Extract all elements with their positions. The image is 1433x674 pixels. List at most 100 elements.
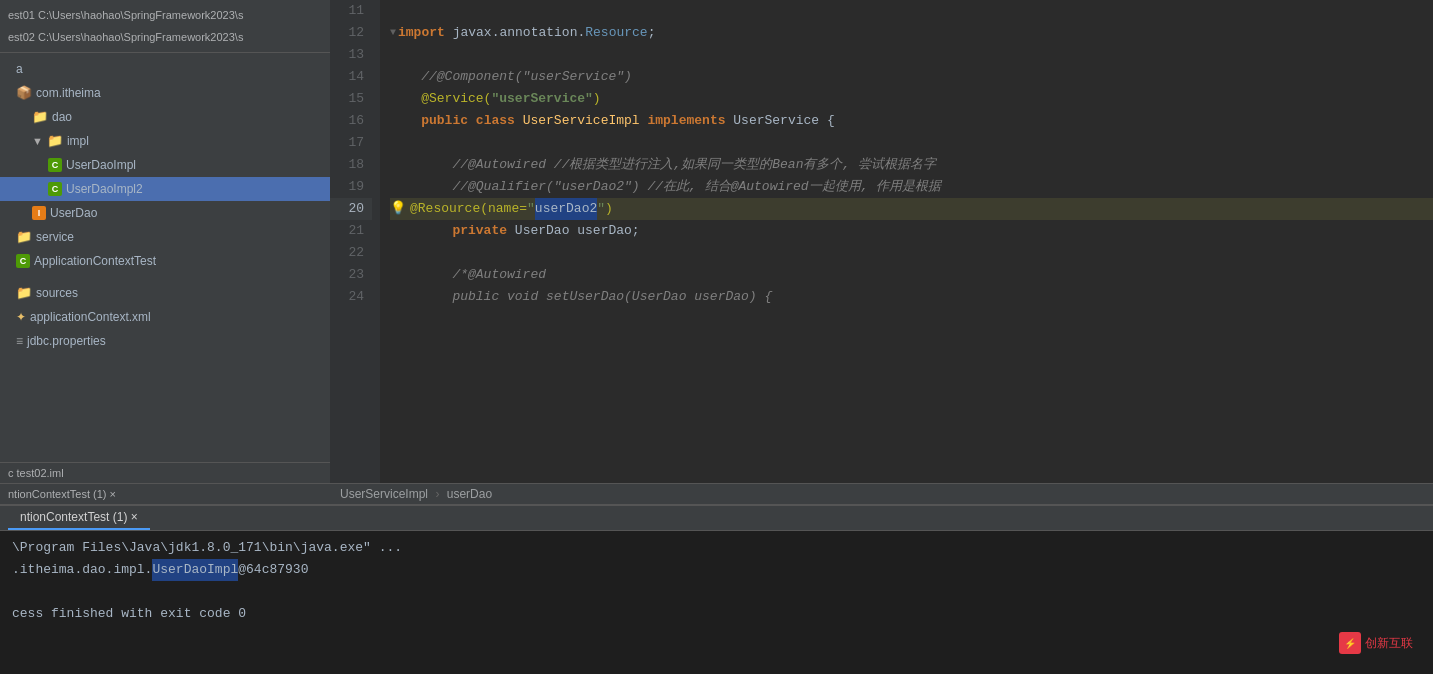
code-line-12: ▼ import javax.annotation. Resource ; (390, 22, 1433, 44)
class-icon: C (16, 254, 30, 268)
code-resource: Resource (585, 22, 647, 44)
bulb-icon[interactable]: 💡 (390, 198, 406, 220)
bottom-tab-label[interactable]: ntionContextTest (1) × (0, 483, 330, 504)
sidebar-item-resources[interactable]: 📁 sources (0, 281, 330, 305)
bottom-tab-run[interactable]: ntionContextTest (1) × (8, 506, 150, 530)
keyword-public: public (390, 110, 476, 132)
comment-23: /*@Autowired (390, 264, 546, 286)
code-line-19: //@Qualifier("userDao2") //在此, 结合@Autowi… (390, 176, 1433, 198)
sidebar-item-impl[interactable]: ▼ 📁 impl (0, 129, 330, 153)
test02-iml[interactable]: c test02.iml (8, 467, 322, 479)
string-quote1: " (527, 198, 535, 220)
line-num-14: 14 (330, 66, 372, 88)
code-line-21: private UserDao userDao; (390, 220, 1433, 242)
xml-icon: ✦ (16, 307, 26, 327)
sidebar-item-userdao[interactable]: I UserDao (0, 201, 330, 225)
code-container: 11 12 13 14 15 16 17 18 19 20 21 22 23 2… (330, 0, 1433, 504)
impl-label: impl (67, 131, 89, 151)
project-item-2[interactable]: est02 C:\Users\haohao\SpringFramework202… (0, 26, 330, 48)
line-num-11: 11 (330, 0, 372, 22)
watermark-label: 创新互联 (1365, 635, 1413, 652)
comment-19: //@Qualifier("userDao2") //在此, 结合@Autowi… (390, 176, 941, 198)
properties-icon: ≡ (16, 331, 23, 351)
bottom-line-3 (12, 581, 1421, 603)
appcontexttest-label: ApplicationContextTest (34, 251, 156, 271)
package-label: com.itheima (36, 83, 101, 103)
package-icon: 📦 (16, 83, 32, 103)
userdaoimpl2-label: UserDaoImpl2 (66, 179, 143, 199)
code-line-16: public class UserServiceImpl implements … (390, 110, 1433, 132)
sidebar-item-jdbc-properties[interactable]: ≡ jdbc.properties (0, 329, 330, 353)
folder-icon: 📁 (16, 227, 32, 247)
watermark: ⚡ 创新互联 (1339, 632, 1413, 654)
resources-label: sources (36, 283, 78, 303)
code-line-14: //@Component("userService") (390, 66, 1433, 88)
sidebar-item-appcontext-xml[interactable]: ✦ applicationContext.xml (0, 305, 330, 329)
classname-userserviceimpl: UserServiceImpl (523, 110, 648, 132)
type-userdao: UserDao userDao; (515, 220, 640, 242)
editor-area: 11 12 13 14 15 16 17 18 19 20 21 22 23 2… (330, 0, 1433, 504)
annotation-resource: @Resource( (410, 198, 488, 220)
code-line-11 (390, 0, 1433, 22)
breadcrumb-separator: › (435, 487, 439, 501)
code-lines: 11 12 13 14 15 16 17 18 19 20 21 22 23 2… (330, 0, 1433, 483)
sidebar-item-userdaoimpl[interactable]: C UserDaoImpl (0, 153, 330, 177)
main-area: est01 C:\Users\haohao\SpringFramework202… (0, 0, 1433, 504)
service-label: service (36, 227, 74, 247)
jdbc-properties-label: jdbc.properties (27, 331, 106, 351)
sidebar-item-dao[interactable]: 📁 dao (0, 105, 330, 129)
code-line-15: @Service( "userService" ) (390, 88, 1433, 110)
breadcrumb-member[interactable]: userDao (447, 487, 492, 501)
keyword-implements: implements (647, 110, 733, 132)
userdao-label: UserDao (50, 203, 97, 223)
folder-icon: 📁 (16, 283, 32, 303)
line-num-23: 23 (330, 264, 372, 286)
code-line-24: public void setUserDao(UserDao userDao) … (390, 286, 1433, 308)
appcontext-xml-label: applicationContext.xml (30, 307, 151, 327)
line-num-22: 22 (330, 242, 372, 264)
string-quote2: " (597, 198, 605, 220)
sidebar-projects: est01 C:\Users\haohao\SpringFramework202… (0, 0, 330, 53)
sidebar-item-service[interactable]: 📁 service (0, 225, 330, 249)
chevron-down-icon: ▼ (32, 131, 43, 151)
code-line-13 (390, 44, 1433, 66)
interface-icon: I (32, 206, 46, 220)
sidebar-item-com[interactable]: 📦 com.itheima (0, 81, 330, 105)
bottom-text-pre: .itheima.dao.impl. (12, 559, 152, 581)
bottom-line-2: .itheima.dao.impl. UserDaoImpl @64c87930 (12, 559, 1421, 581)
folder-icon: 📁 (32, 107, 48, 127)
breadcrumb: UserServiceImpl › userDao (330, 483, 1433, 504)
code-text: javax.annotation. (445, 22, 585, 44)
keyword-class: class (476, 110, 523, 132)
bottom-highlight-class: UserDaoImpl (152, 559, 238, 581)
code-line-22 (390, 242, 1433, 264)
sidebar-tree: a 📦 com.itheima 📁 dao ▼ 📁 impl C UserDao… (0, 53, 330, 462)
line-num-24: 24 (330, 286, 372, 308)
comment-24: public void setUserDao(UserDao userDao) … (390, 286, 772, 308)
sidebar-item-appcontexttest[interactable]: C ApplicationContextTest (0, 249, 330, 273)
breadcrumb-class[interactable]: UserServiceImpl (340, 487, 428, 501)
line-num-16: 16 (330, 110, 372, 132)
bottom-text-4: cess finished with exit code 0 (12, 603, 246, 625)
folder-icon: 📁 (47, 131, 63, 151)
code-line-17 (390, 132, 1433, 154)
keyword-private: private (390, 220, 515, 242)
code-line-20: 💡 @Resource( name= " userDao2 " ) (390, 198, 1433, 220)
sidebar: est01 C:\Users\haohao\SpringFramework202… (0, 0, 330, 504)
annotation-service: @Service( (390, 88, 491, 110)
line-num-20: 20 (330, 198, 372, 220)
sidebar-item-a[interactable]: a (0, 57, 330, 81)
keyword-import: import (398, 22, 445, 44)
line-num-13: 13 (330, 44, 372, 66)
bottom-content: \Program Files\Java\jdk1.8.0_171\bin\jav… (0, 531, 1433, 674)
bottom-text-1: \Program Files\Java\jdk1.8.0_171\bin\jav… (12, 537, 402, 559)
bottom-panel: ntionContextTest (1) × \Program Files\Ja… (0, 504, 1433, 674)
code-line-23: /*@Autowired (390, 264, 1433, 286)
sidebar-item-userdaoimpl2[interactable]: C UserDaoImpl2 (0, 177, 330, 201)
project-item-1[interactable]: est01 C:\Users\haohao\SpringFramework202… (0, 4, 330, 26)
fold-icon: ▼ (390, 22, 396, 44)
interface-name: UserService { (733, 110, 834, 132)
dao-label: dao (52, 107, 72, 127)
comment-14: //@Component("userService") (390, 66, 632, 88)
selected-userdao2: userDao2 (535, 198, 597, 220)
